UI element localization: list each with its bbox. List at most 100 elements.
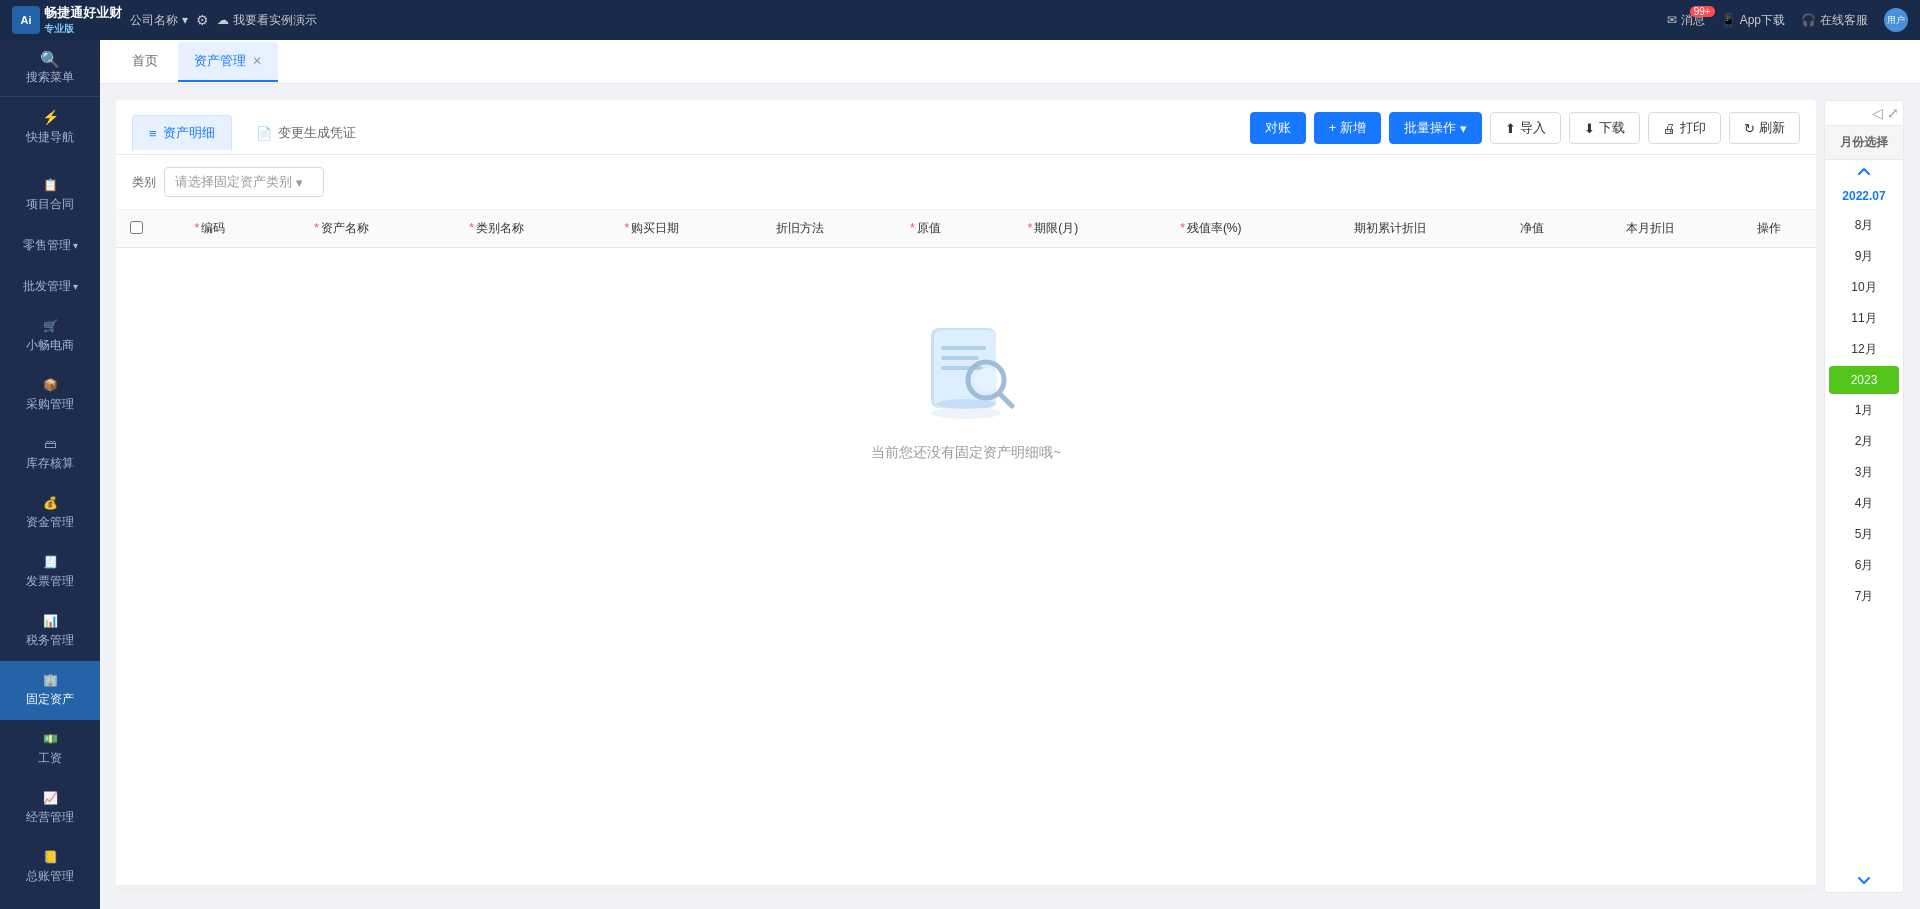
- quick-nav-label: 快捷导航: [26, 129, 74, 146]
- company-selector[interactable]: 公司名称 ▾: [130, 12, 188, 29]
- month-nav-up[interactable]: [1825, 160, 1903, 182]
- svg-rect-3: [941, 346, 986, 350]
- table-header-row: *编码 *资产名称 *类别名称 *购买日期 折旧方法 *原值 *期限(月) *残…: [116, 210, 1816, 248]
- reconcile-label: 对账: [1265, 119, 1291, 137]
- month-item-5[interactable]: 5月: [1825, 519, 1903, 550]
- sidebar-item-purchase[interactable]: 📦 采购管理: [0, 366, 100, 425]
- tab-asset-mgmt-label: 资产管理: [194, 52, 246, 70]
- month-item-7[interactable]: 7月: [1825, 581, 1903, 612]
- settings-button[interactable]: ⚙: [196, 12, 209, 28]
- search-menu-item[interactable]: 🔍 搜索菜单: [0, 40, 100, 97]
- sidebar-item-ledger[interactable]: 📒 总账管理: [0, 838, 100, 897]
- subtab-detail-label: 资产明细: [163, 124, 215, 142]
- add-button[interactable]: + 新增: [1314, 112, 1381, 144]
- table-header: *编码 *资产名称 *类别名称 *购买日期 折旧方法 *原值 *期限(月) *残…: [116, 210, 1816, 248]
- sidebar-item-quick-nav[interactable]: ⚡ 快捷导航: [0, 97, 100, 158]
- th-depreciation-method: 折旧方法: [729, 210, 871, 248]
- month-item-8[interactable]: 8月: [1825, 210, 1903, 241]
- month-item-3[interactable]: 3月: [1825, 457, 1903, 488]
- sidebar-item-salary[interactable]: 💵 工资: [0, 720, 100, 779]
- search-menu-label: 搜索菜单: [8, 69, 92, 86]
- svg-rect-4: [941, 356, 979, 360]
- chevron-down-icon: [1857, 874, 1871, 888]
- category-filter: 类别 请选择固定资产类别 ▾: [132, 167, 324, 197]
- th-period: *期限(月): [979, 210, 1126, 248]
- refresh-button[interactable]: ↻ 刷新: [1729, 112, 1800, 144]
- brand-logo: Ai: [12, 6, 40, 34]
- refresh-icon: ↻: [1744, 121, 1755, 136]
- invoice-icon: 🧾: [43, 555, 58, 569]
- download-button[interactable]: ⬇ 下载: [1569, 112, 1640, 144]
- svg-line-8: [999, 393, 1012, 406]
- panel-minimize-button[interactable]: ◁: [1872, 105, 1883, 121]
- tab-close-asset-mgmt[interactable]: ✕: [252, 54, 262, 68]
- sidebar-item-tax[interactable]: 📊 税务管理: [0, 602, 100, 661]
- sidebar-label-salary: 工资: [38, 750, 62, 767]
- project-icon: 📋: [43, 178, 58, 192]
- reconcile-button[interactable]: 对账: [1250, 112, 1306, 144]
- select-all-checkbox[interactable]: [130, 221, 143, 234]
- sidebar-item-inventory[interactable]: 🗃 库存核算: [0, 425, 100, 484]
- month-item-10[interactable]: 10月: [1825, 272, 1903, 303]
- sidebar-item-project[interactable]: 📋 项目合同: [0, 166, 100, 225]
- brand-name: 畅捷通好业财: [44, 4, 122, 22]
- category-dropdown[interactable]: 请选择固定资产类别 ▾: [164, 167, 324, 197]
- tab-asset-mgmt[interactable]: 资产管理 ✕: [178, 42, 278, 82]
- th-net-value: 净值: [1484, 210, 1579, 248]
- tab-home[interactable]: 首页: [116, 42, 174, 82]
- app-download-button[interactable]: 📱 App下载: [1721, 12, 1785, 29]
- sub-tab-bar: ≡ 资产明细 📄 变更生成凭证 对账 + 新增: [116, 100, 1816, 155]
- month-item-1[interactable]: 1月: [1825, 395, 1903, 426]
- sidebar-item-ecommerce[interactable]: 🛒 小畅电商: [0, 307, 100, 366]
- purchase-icon: 📦: [43, 378, 58, 392]
- arrow-icon-retail: ▾: [73, 240, 78, 251]
- bottom-scrollbar[interactable]: [116, 885, 1816, 893]
- ledger-icon: 📒: [43, 850, 58, 864]
- sidebar-item-invoice[interactable]: 🧾 发票管理: [0, 543, 100, 602]
- online-service-button[interactable]: 🎧 在线客服: [1801, 12, 1868, 29]
- brand-edition: 专业版: [44, 22, 122, 36]
- refresh-label: 刷新: [1759, 119, 1785, 137]
- th-name: *资产名称: [264, 210, 419, 248]
- month-list: 2022.07 8月 9月 10月 11月 12月 2023 1月 2月 3月 …: [1825, 182, 1903, 870]
- sidebar-item-operations[interactable]: 📈 经营管理: [0, 779, 100, 838]
- month-item-11[interactable]: 11月: [1825, 303, 1903, 334]
- sidebar-item-fixed-assets[interactable]: 🏢 固定资产: [0, 661, 100, 720]
- top-bar-right: ✉ 消息 99+ 📱 App下载 🎧 在线客服 用户: [1667, 8, 1908, 32]
- month-item-12[interactable]: 12月: [1825, 334, 1903, 365]
- content-area: 首页 资产管理 ✕ ≡ 资产明细 📄 变更生成凭证: [100, 40, 1920, 909]
- user-avatar[interactable]: 用户: [1884, 8, 1908, 32]
- company-name: 公司名称: [130, 12, 178, 29]
- month-panel-header: 月份选择: [1825, 126, 1903, 160]
- sidebar-label-tax: 税务管理: [26, 632, 74, 649]
- top-bar: Ai 畅捷通好业财 专业版 公司名称 ▾ ⚙ ☁ 我要看实例演示 ✉ 消息 99…: [0, 0, 1920, 40]
- category-label: 类别: [132, 174, 156, 191]
- month-item-9[interactable]: 9月: [1825, 241, 1903, 272]
- subtab-voucher[interactable]: 📄 变更生成凭证: [240, 116, 372, 150]
- month-item-6[interactable]: 6月: [1825, 550, 1903, 581]
- th-code: *编码: [156, 210, 264, 248]
- panel-maximize-button[interactable]: ⤢: [1887, 105, 1899, 121]
- subtab-asset-detail[interactable]: ≡ 资产明细: [132, 115, 232, 151]
- batch-button[interactable]: 批量操作 ▾: [1389, 112, 1482, 144]
- th-residual-rate: *残值率(%): [1127, 210, 1295, 248]
- sidebar-item-retail[interactable]: 零售管理 ▾: [0, 225, 100, 266]
- demo-link[interactable]: ☁ 我要看实例演示: [217, 12, 317, 29]
- month-nav-down[interactable]: [1825, 870, 1903, 892]
- ecommerce-icon: 🛒: [43, 319, 58, 333]
- import-button[interactable]: ⬆ 导入: [1490, 112, 1561, 144]
- month-item-4[interactable]: 4月: [1825, 488, 1903, 519]
- sidebar-item-wholesale[interactable]: 批发管理 ▾: [0, 266, 100, 307]
- print-button[interactable]: 🖨 打印: [1648, 112, 1721, 144]
- batch-label: 批量操作: [1404, 119, 1456, 137]
- brand-text: 畅捷通好业财 专业版: [44, 4, 122, 36]
- month-item-year-badge[interactable]: 2023: [1829, 366, 1899, 394]
- sidebar-item-basic-info[interactable]: ℹ 基础信息: [0, 897, 100, 909]
- main-panel: ≡ 资产明细 📄 变更生成凭证 对账 + 新增: [116, 100, 1816, 893]
- sidebar-item-finance[interactable]: 💰 资金管理: [0, 484, 100, 543]
- month-item-current-year-label[interactable]: 2022.07: [1825, 182, 1903, 210]
- message-button[interactable]: ✉ 消息 99+: [1667, 12, 1705, 29]
- main-layout: 🔍 搜索菜单 ⚡ 快捷导航 📋 项目合同 零售管理 ▾ 批发管理 ▾ 🛒 小畅电…: [0, 40, 1920, 909]
- asset-data-table: *编码 *资产名称 *类别名称 *购买日期 折旧方法 *原值 *期限(月) *残…: [116, 210, 1816, 248]
- month-item-2[interactable]: 2月: [1825, 426, 1903, 457]
